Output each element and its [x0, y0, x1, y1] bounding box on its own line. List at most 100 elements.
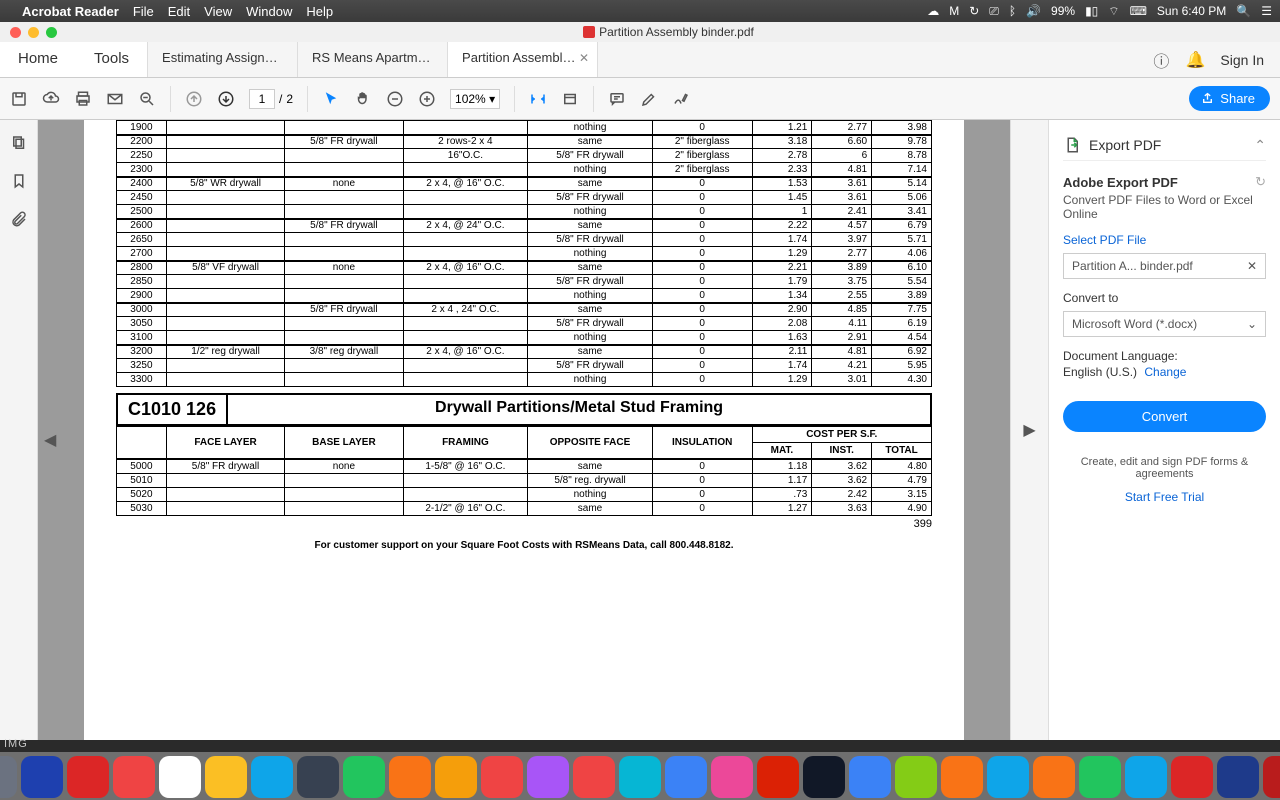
export-pdf-header[interactable]: Export PDF ⌃ — [1063, 130, 1266, 161]
fit-page-icon[interactable] — [561, 90, 579, 108]
home-tab[interactable]: Home — [0, 42, 76, 77]
mail-icon[interactable]: M — [949, 4, 959, 18]
attach-icon[interactable] — [10, 210, 28, 228]
dock-app-10[interactable] — [389, 756, 431, 798]
start-trial-link[interactable]: Start Free Trial — [1063, 490, 1266, 504]
save-icon[interactable] — [10, 90, 28, 108]
refresh-icon[interactable]: ↻ — [1255, 174, 1266, 190]
page-current-input[interactable] — [249, 89, 275, 109]
display-icon[interactable]: ⎚ — [989, 4, 999, 19]
dock-app-8[interactable] — [297, 756, 339, 798]
menu-edit[interactable]: Edit — [168, 4, 190, 19]
volume-icon[interactable]: 🔊 — [1026, 4, 1041, 18]
zoom-select[interactable]: 102% ▾ — [450, 89, 500, 109]
scroll-right-icon[interactable]: ▶ — [1023, 420, 1035, 440]
dock-app-5[interactable] — [159, 756, 201, 798]
doc-tab-2[interactable]: Partition Assembl…✕ — [447, 42, 597, 77]
doc-tab-1-label: RS Means Apartm… — [312, 50, 431, 65]
scroll-left-icon[interactable]: ◀ — [44, 430, 56, 450]
clear-file-icon[interactable]: ✕ — [1247, 259, 1257, 273]
table-row: 50005/8" FR drywallnone1-5/8" @ 16" O.C.… — [117, 460, 932, 474]
dock-app-1[interactable] — [0, 756, 17, 798]
spotlight-icon[interactable]: 🔍 — [1236, 4, 1251, 18]
dock-app-28[interactable] — [1217, 756, 1259, 798]
dock-app-23[interactable] — [987, 756, 1029, 798]
input-icon[interactable]: ⌨ — [1130, 4, 1147, 18]
table-row: 22005/8" FR drywall2 rows-2 x 4same2" fi… — [117, 135, 932, 149]
collapse-icon[interactable]: ⌃ — [1254, 137, 1266, 154]
minimize-window-button[interactable] — [28, 27, 39, 38]
hand-tool-icon[interactable] — [354, 90, 372, 108]
sync-icon[interactable]: ↻ — [969, 4, 979, 18]
fit-width-icon[interactable] — [529, 90, 547, 108]
tools-tab[interactable]: Tools — [76, 42, 147, 77]
sign-icon[interactable] — [672, 90, 690, 108]
convert-format-select[interactable]: Microsoft Word (*.docx) ⌄ — [1063, 311, 1266, 337]
pdf-table-2: 50005/8" FR drywallnone1-5/8" @ 16" O.C.… — [116, 459, 932, 516]
dock-app-19[interactable] — [803, 756, 845, 798]
zoom-plus-icon[interactable] — [418, 90, 436, 108]
pdf-viewer[interactable]: ◀ 1900nothing01.212.773.9822005/8" FR dr… — [38, 120, 1010, 740]
print-icon[interactable] — [74, 90, 92, 108]
doc-tab-1[interactable]: RS Means Apartm… — [297, 42, 447, 77]
dock-app-7[interactable] — [251, 756, 293, 798]
dock-app-14[interactable] — [573, 756, 615, 798]
dock-app-18[interactable] — [757, 756, 799, 798]
dock-app-15[interactable] — [619, 756, 661, 798]
dock-app-3[interactable] — [67, 756, 109, 798]
dock-app-9[interactable] — [343, 756, 385, 798]
clock[interactable]: Sun 6:40 PM — [1157, 4, 1226, 18]
dock-app-4[interactable] — [113, 756, 155, 798]
dock-app-24[interactable] — [1033, 756, 1075, 798]
dock-app-13[interactable] — [527, 756, 569, 798]
email-icon[interactable] — [106, 90, 124, 108]
menu-file[interactable]: File — [133, 4, 154, 19]
close-tab-icon[interactable]: ✕ — [579, 51, 589, 65]
app-name[interactable]: Acrobat Reader — [22, 4, 119, 19]
wifi-icon[interactable]: ⌔ — [1108, 4, 1119, 19]
lang-value: English (U.S.) — [1063, 365, 1137, 379]
highlight-icon[interactable] — [640, 90, 658, 108]
share-button[interactable]: Share — [1189, 86, 1270, 111]
bookmark-icon[interactable] — [10, 172, 28, 190]
close-window-button[interactable] — [10, 27, 21, 38]
dock-app-20[interactable] — [849, 756, 891, 798]
menu-help[interactable]: Help — [306, 4, 333, 19]
dock-app-29[interactable] — [1263, 756, 1280, 798]
menu-icon[interactable]: ☰ — [1261, 4, 1272, 18]
doc-tab-0[interactable]: Estimating Assign… — [147, 42, 297, 77]
convert-button[interactable]: Convert — [1063, 401, 1266, 432]
battery-icon[interactable]: ▮▯ — [1085, 4, 1098, 18]
dock-app-2[interactable] — [21, 756, 63, 798]
dock-app-27[interactable] — [1171, 756, 1213, 798]
thumbnails-icon[interactable] — [10, 134, 28, 152]
dock-app-21[interactable] — [895, 756, 937, 798]
dock-app-11[interactable] — [435, 756, 477, 798]
dock-app-6[interactable] — [205, 756, 247, 798]
dock-app-22[interactable] — [941, 756, 983, 798]
cloud-icon[interactable]: ☁ — [927, 4, 939, 18]
zoom-minus-icon[interactable] — [386, 90, 404, 108]
dock-app-26[interactable] — [1125, 756, 1167, 798]
help-icon[interactable]: ⓘ — [1152, 51, 1170, 69]
bell-icon[interactable]: 🔔 — [1186, 51, 1204, 69]
sign-in-link[interactable]: Sign In — [1220, 52, 1264, 68]
page-up-icon[interactable] — [185, 90, 203, 108]
menu-view[interactable]: View — [204, 4, 232, 19]
cloud-upload-icon[interactable] — [42, 90, 60, 108]
dock-app-17[interactable] — [711, 756, 753, 798]
select-file-link[interactable]: Select PDF File — [1063, 233, 1266, 247]
page-down-icon[interactable] — [217, 90, 235, 108]
dock-app-16[interactable] — [665, 756, 707, 798]
menu-window[interactable]: Window — [246, 4, 292, 19]
dock-app-25[interactable] — [1079, 756, 1121, 798]
export-pdf-label: Export PDF — [1089, 137, 1161, 153]
comment-icon[interactable] — [608, 90, 626, 108]
zoom-window-button[interactable] — [46, 27, 57, 38]
change-lang-link[interactable]: Change — [1144, 365, 1186, 379]
selected-file-box[interactable]: Partition A... binder.pdf ✕ — [1063, 253, 1266, 279]
select-tool-icon[interactable] — [322, 90, 340, 108]
zoom-out-icon[interactable] — [138, 90, 156, 108]
dock-app-12[interactable] — [481, 756, 523, 798]
bluetooth-icon[interactable]: ᛒ — [1009, 4, 1016, 18]
